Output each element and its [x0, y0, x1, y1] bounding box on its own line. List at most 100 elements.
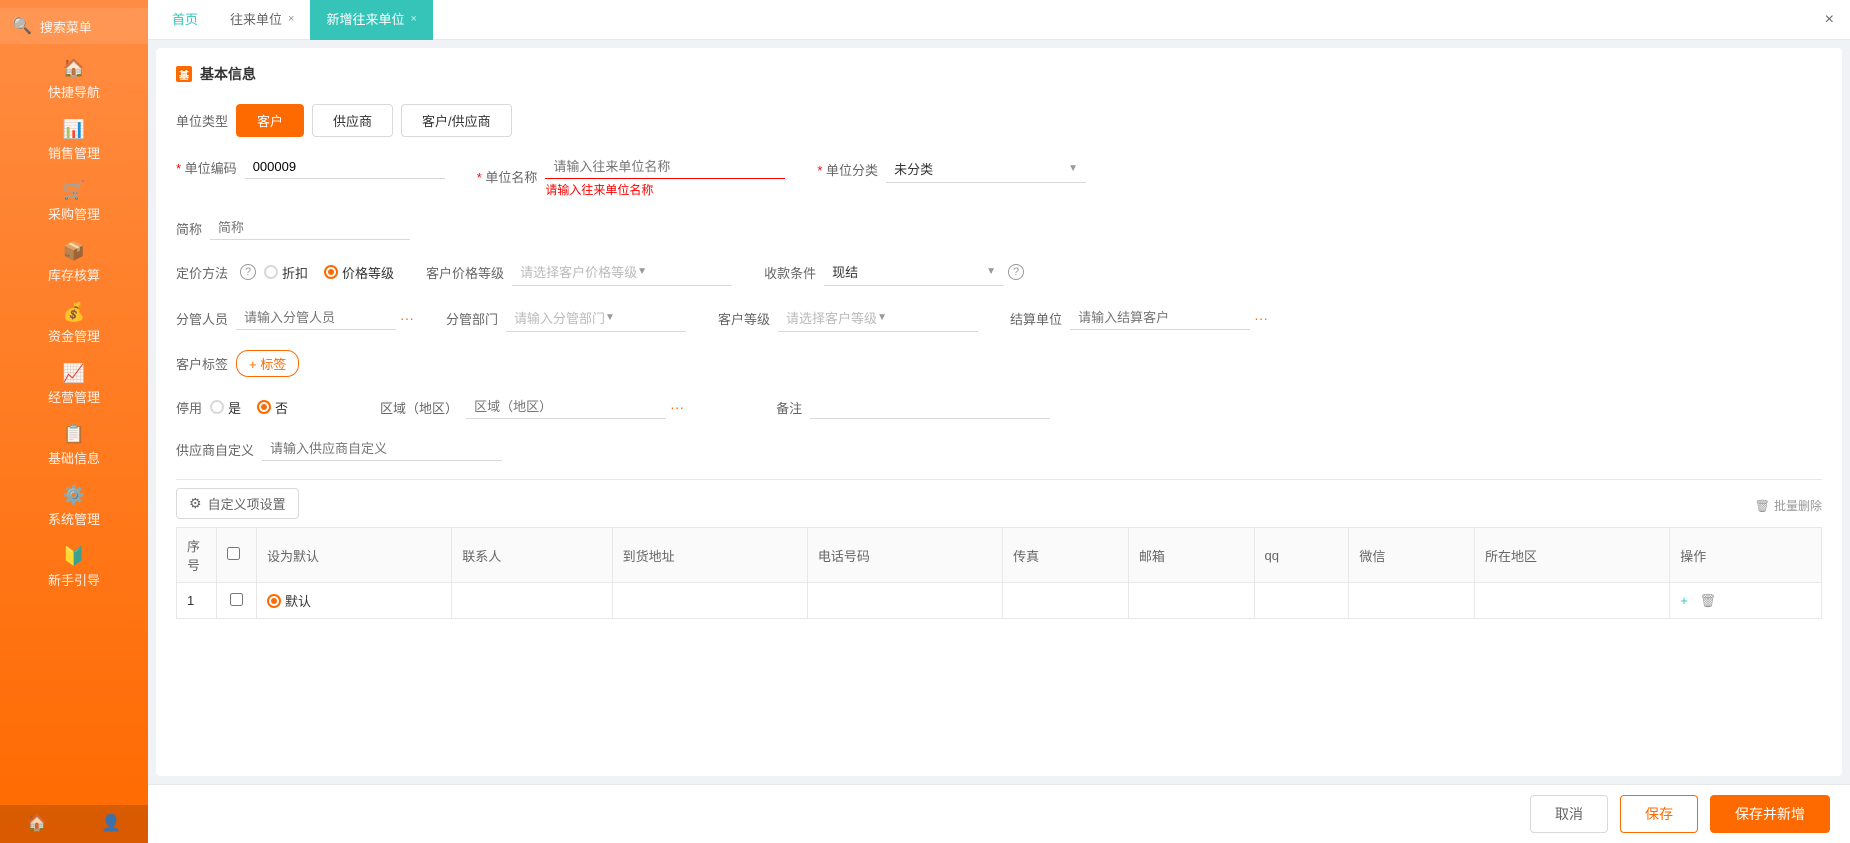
row-checkbox[interactable] [230, 593, 243, 606]
level-label: 价格等级 [342, 263, 394, 282]
col-region: 所在地区 [1475, 528, 1670, 583]
unit-type-supplier[interactable]: 供应商 [312, 104, 393, 137]
shortname-input[interactable] [210, 216, 410, 240]
home-bottom-icon: 🏠 [27, 813, 47, 833]
sidebar-item-label: 经营管理 [48, 387, 100, 406]
row-email [1128, 583, 1254, 619]
pricing-discount[interactable]: 折扣 [264, 263, 308, 282]
tab-bar: 首页 往来单位 × 新增往来单位 × × [148, 0, 1850, 40]
payment-help-icon[interactable]: ? [1008, 264, 1024, 280]
unit-type-group: 客户 供应商 客户/供应商 [236, 104, 512, 137]
customer-level-placeholder: 请选择客户等级 [786, 308, 877, 327]
manager-input[interactable] [236, 306, 396, 330]
disable-no-label: 否 [275, 398, 288, 417]
newbie-icon: 🔰 [63, 546, 85, 567]
quick-nav-icon: 🏠 [63, 58, 85, 79]
disable-yes[interactable]: 是 [210, 398, 241, 417]
pricing-help-icon[interactable]: ? [240, 264, 256, 280]
sidebar-bottom-home[interactable]: 🏠 [0, 813, 74, 835]
manager-more-btn[interactable]: ··· [400, 310, 414, 326]
tab-partners-close[interactable]: × [288, 13, 294, 25]
settlement-more-btn[interactable]: ··· [1254, 310, 1268, 326]
sidebar-item-system[interactable]: ⚙️ 系统管理 [0, 475, 148, 536]
tab-partners[interactable]: 往来单位 × [214, 0, 310, 40]
department-arrow: ▼ [605, 312, 615, 323]
delete-icon: 🗑 [1755, 499, 1770, 513]
custom-setting-button[interactable]: ⚙ 自定义项设置 [176, 488, 299, 519]
level-radio-dot [328, 269, 334, 275]
tab-home-label: 首页 [172, 9, 198, 28]
unit-type-customer[interactable]: 客户 [236, 104, 304, 137]
save-new-button[interactable]: 保存并新增 [1710, 795, 1830, 833]
row-default-radio[interactable]: 默认 [267, 591, 441, 610]
payment-select[interactable]: 现结 ▼ [824, 258, 1004, 286]
manager-field: 分管人员 ··· [176, 306, 414, 330]
col-phone: 电话号码 [807, 528, 1002, 583]
select-all-checkbox[interactable] [227, 547, 240, 560]
supplier-custom-label: 供应商自定义 [176, 440, 254, 459]
supplier-custom-row: 供应商自定义 [176, 437, 1822, 461]
name-label: 单位名称 [477, 167, 538, 186]
sidebar-search[interactable]: 🔍 搜索菜单 [0, 8, 148, 44]
category-field: 单位分类 未分类 ▼ [817, 155, 1086, 183]
main-close-button[interactable]: × [1817, 11, 1842, 29]
supplier-custom-input[interactable] [262, 437, 502, 461]
sidebar-item-label: 采购管理 [48, 204, 100, 223]
sidebar: 🔍 搜索菜单 🏠 快捷导航 📊 销售管理 🛒 采购管理 📦 库存核算 💰 资金管… [0, 0, 148, 843]
unit-type-both[interactable]: 客户/供应商 [401, 104, 512, 137]
name-error-text: 请输入往来单位名称 [545, 181, 785, 198]
sidebar-item-newbie[interactable]: 🔰 新手引导 [0, 536, 148, 597]
department-placeholder: 请输入分管部门 [514, 308, 605, 327]
settlement-label: 结算单位 [1010, 309, 1062, 328]
remark-field: 备注 [776, 395, 1050, 419]
customer-level-select[interactable]: 请选择客户等级 ▼ [778, 304, 978, 332]
settlement-input[interactable] [1070, 306, 1250, 330]
sidebar-item-purchase[interactable]: 🛒 采购管理 [0, 170, 148, 231]
payment-field: 收款条件 现结 ▼ ? [764, 258, 1024, 286]
name-input[interactable] [545, 155, 785, 179]
sidebar-item-quick-nav[interactable]: 🏠 快捷导航 [0, 48, 148, 109]
sidebar-item-operations[interactable]: 📈 经营管理 [0, 353, 148, 414]
sidebar-item-label: 快捷导航 [48, 82, 100, 101]
row-action: + 🗑 [1670, 583, 1822, 619]
category-value: 未分类 [894, 159, 1068, 178]
category-select[interactable]: 未分类 ▼ [886, 155, 1086, 183]
tab-home[interactable]: 首页 [156, 0, 214, 40]
sidebar-item-inventory[interactable]: 📦 库存核算 [0, 231, 148, 292]
manager-row: 分管人员 ··· 分管部门 请输入分管部门 ▼ 客户等级 请选择客户等级 ▼ 结… [176, 304, 1822, 332]
row-address [612, 583, 807, 619]
row-delete-btn[interactable]: 🗑 [1699, 593, 1716, 608]
department-select[interactable]: 请输入分管部门 ▼ [506, 304, 686, 332]
customer-price-placeholder: 请选择客户价格等级 [520, 262, 637, 281]
name-field: 单位名称 请输入往来单位名称 [477, 155, 786, 198]
manager-label: 分管人员 [176, 309, 228, 328]
region-more-btn[interactable]: ··· [670, 399, 684, 415]
remark-input[interactable] [810, 395, 1050, 419]
save-button[interactable]: 保存 [1620, 795, 1698, 833]
tab-new-partner-close[interactable]: × [410, 13, 416, 25]
tag-add-button[interactable]: + 标签 [236, 350, 299, 377]
divider [176, 479, 1822, 480]
row-add-btn[interactable]: + [1680, 593, 1688, 608]
sidebar-item-sales[interactable]: 📊 销售管理 [0, 109, 148, 170]
region-label: 区域（地区） [380, 398, 458, 417]
category-arrow: ▼ [1068, 163, 1078, 174]
customer-price-select[interactable]: 请选择客户价格等级 ▼ [512, 258, 732, 286]
sidebar-item-label: 库存核算 [48, 265, 100, 284]
code-input[interactable] [245, 155, 445, 179]
section-title-text: 基本信息 [200, 64, 256, 84]
pricing-level[interactable]: 价格等级 [324, 263, 394, 282]
disable-no[interactable]: 否 [257, 398, 288, 417]
tab-new-partner[interactable]: 新增往来单位 × [310, 0, 432, 40]
disable-radio-group: 是 否 [210, 398, 288, 417]
main-area: 首页 往来单位 × 新增往来单位 × × 基 基本信息 单位类型 客户 供应商 … [148, 0, 1850, 843]
sidebar-item-basic[interactable]: 📋 基础信息 [0, 414, 148, 475]
customer-price-field: 客户价格等级 请选择客户价格等级 ▼ [426, 258, 732, 286]
row-default-circle [267, 594, 281, 608]
sidebar-item-finance[interactable]: 💰 资金管理 [0, 292, 148, 353]
cancel-button[interactable]: 取消 [1530, 795, 1608, 833]
batch-delete-button[interactable]: 🗑 批量删除 [1755, 497, 1822, 514]
sidebar-bottom-user[interactable]: 👤 [74, 813, 148, 835]
col-fax: 传真 [1003, 528, 1129, 583]
region-input[interactable] [466, 395, 666, 419]
